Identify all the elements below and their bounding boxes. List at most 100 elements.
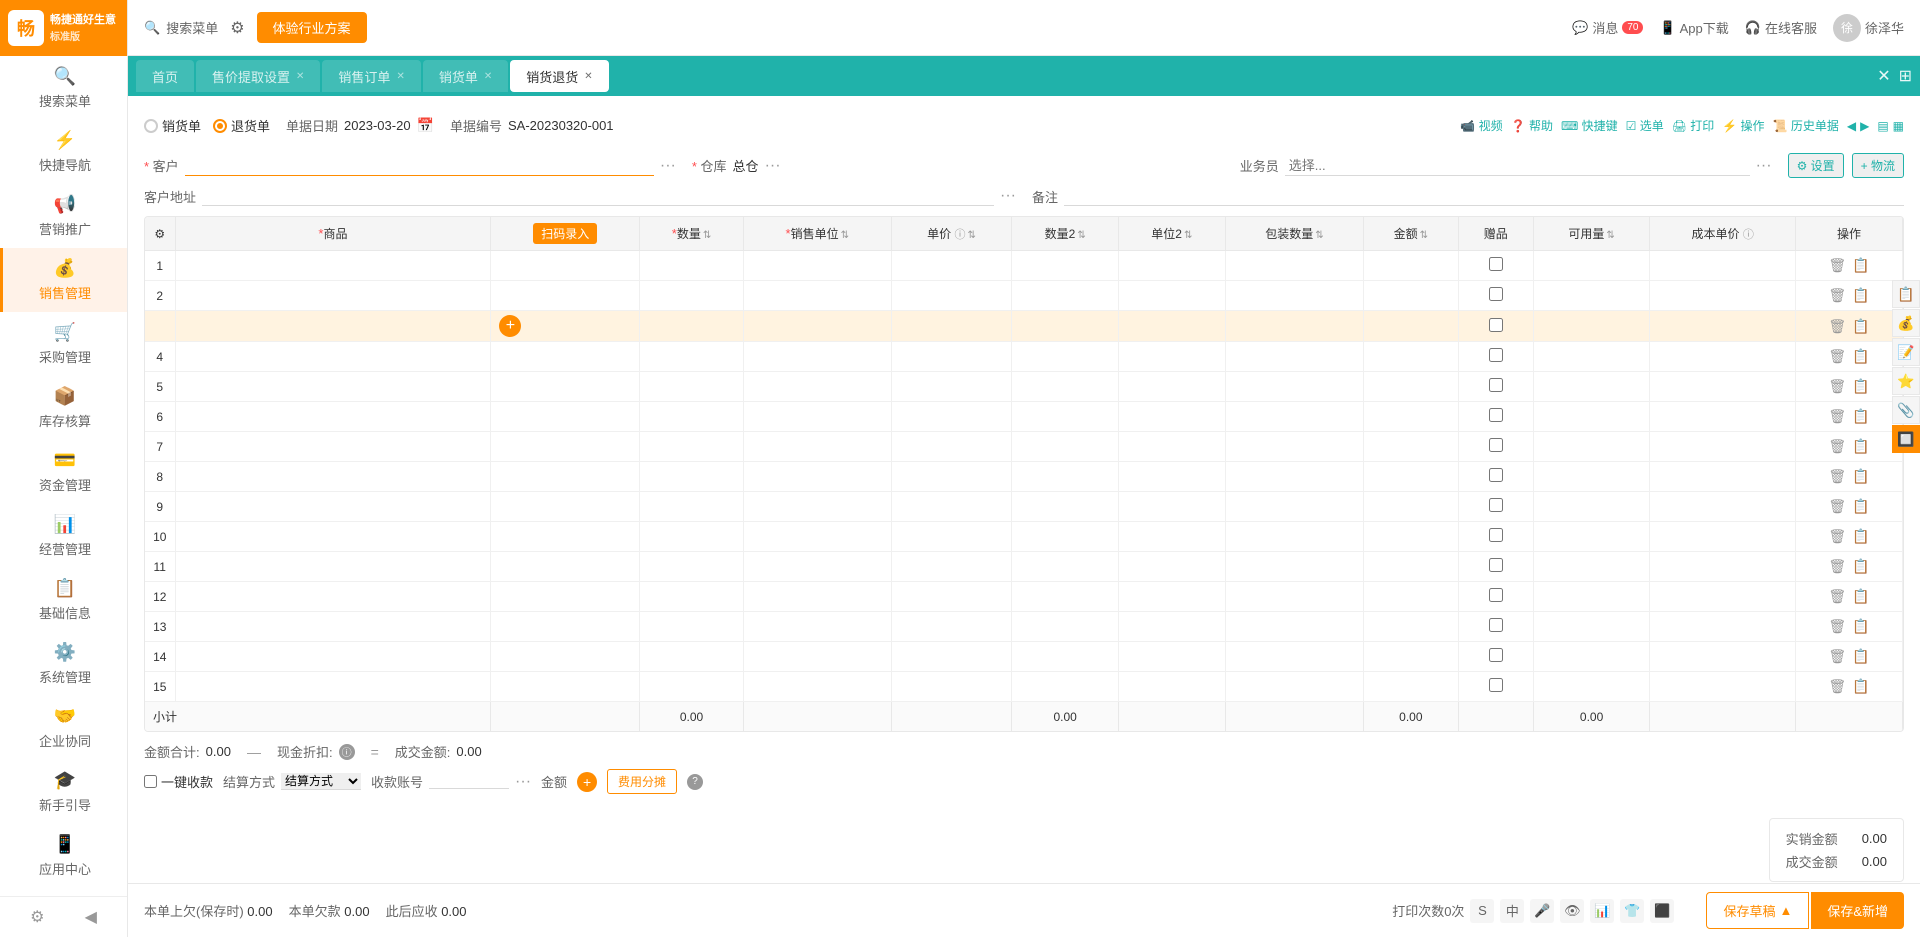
save-draft-btn[interactable]: 保存草稿 ▲ — [1706, 892, 1809, 929]
maximize-btn[interactable]: ⊞ — [1899, 66, 1912, 86]
delete-icon-13[interactable]: 🗑 — [1828, 618, 1846, 635]
tab-price-extract-close[interactable]: ✕ — [296, 71, 304, 82]
copy-icon-2[interactable]: 📋 — [1852, 287, 1869, 304]
radio-sales[interactable]: 销货单 — [144, 116, 201, 135]
copy-icon-1[interactable]: 📋 — [1852, 257, 1869, 274]
gift-check-8[interactable] — [1489, 468, 1503, 482]
address-input[interactable] — [202, 186, 994, 206]
copy-icon-3[interactable]: 📋 — [1852, 318, 1869, 335]
copy-icon-6[interactable]: 📋 — [1852, 408, 1869, 425]
toolbar-icon-table[interactable]: 📊 — [1590, 899, 1614, 923]
sidebar-item-12[interactable]: 📱应用中心 — [0, 824, 127, 888]
copy-icon-8[interactable]: 📋 — [1852, 468, 1869, 485]
tab-price-extract[interactable]: 售价提取设置 ✕ — [196, 60, 320, 92]
close-tab-btn[interactable]: ✕ — [1877, 66, 1890, 86]
shortcuts-btn[interactable]: ⌨ 快捷键 — [1561, 117, 1618, 134]
toolbar-icon-eye[interactable]: 👁 — [1560, 899, 1584, 923]
tab-sales-return-close[interactable]: ✕ — [584, 71, 592, 82]
tab-sales-close[interactable]: ✕ — [484, 71, 492, 82]
gift-check-6[interactable] — [1489, 408, 1503, 422]
delete-icon-4[interactable]: 🗑 — [1828, 348, 1846, 365]
product-input-cell-3[interactable] — [175, 311, 491, 342]
sidebar-item-11[interactable]: 🎓新手引导 — [0, 760, 127, 824]
user-profile[interactable]: 徐 徐泽华 — [1833, 14, 1904, 42]
col-settings[interactable]: ⚙ — [145, 217, 175, 251]
save-new-btn[interactable]: 保存&新增 — [1811, 892, 1904, 929]
gift-check-7[interactable] — [1489, 438, 1503, 452]
sidebar-item-5[interactable]: 📦库存核算 — [0, 376, 127, 440]
fee-help-icon[interactable]: ? — [687, 774, 703, 790]
address-more-btn[interactable]: ··· — [1000, 187, 1016, 205]
sidebar-item-2[interactable]: 📢营销推广 — [0, 184, 127, 248]
sidebar-item-1[interactable]: ⚡快捷导航 — [0, 120, 127, 184]
product-input-3[interactable] — [184, 319, 483, 333]
one-click-pay-checkbox[interactable]: 一键收款 — [144, 772, 213, 791]
delete-icon-6[interactable]: 🗑 — [1828, 408, 1846, 425]
tab-sales[interactable]: 销货单 ✕ — [423, 60, 508, 92]
staff-more-btn[interactable]: ··· — [1756, 157, 1772, 175]
discount-help-icon[interactable]: ⓘ — [339, 744, 355, 760]
delete-icon-1[interactable]: 🗑 — [1828, 257, 1846, 274]
prev-record-icon[interactable]: ◀ — [1847, 119, 1856, 133]
side-action-orange[interactable]: 🔲 — [1892, 425, 1920, 453]
gift-check-5[interactable] — [1489, 378, 1503, 392]
search-menu[interactable]: 🔍 搜索菜单 — [144, 18, 218, 37]
fee-split-btn[interactable]: 费用分摊 — [607, 769, 677, 794]
customer-more-btn[interactable]: ··· — [660, 157, 676, 175]
side-action-note[interactable]: 📝 — [1892, 338, 1920, 366]
tab-sales-return[interactable]: 销货退货 ✕ — [510, 60, 608, 92]
app-download-btn[interactable]: 📱 App下载 — [1659, 18, 1728, 37]
settings-icon[interactable]: ⚙ — [30, 907, 44, 927]
tab-home[interactable]: 首页 — [136, 60, 194, 92]
add-logistics-btn[interactable]: + 物流 — [1852, 153, 1904, 178]
sidebar-item-0[interactable]: 🔍搜索菜单 — [0, 56, 127, 120]
account-dots[interactable]: ··· — [515, 773, 531, 791]
scan-btn[interactable]: 扫码录入 — [533, 223, 597, 244]
account-input[interactable] — [429, 774, 509, 789]
toolbar-icon-s[interactable]: S — [1470, 899, 1494, 923]
gift-check-14[interactable] — [1489, 648, 1503, 662]
online-service-btn[interactable]: 🎧 在线客服 — [1745, 18, 1817, 37]
sidebar-item-10[interactable]: 🤝企业协同 — [0, 696, 127, 760]
copy-icon-9[interactable]: 📋 — [1852, 498, 1869, 515]
sidebar-item-7[interactable]: 📊经营管理 — [0, 504, 127, 568]
side-action-records[interactable]: 📋 — [1892, 280, 1920, 308]
copy-icon-10[interactable]: 📋 — [1852, 528, 1869, 545]
side-action-attach[interactable]: 📎 — [1892, 396, 1920, 424]
topbar-settings[interactable]: ⚙ — [230, 18, 244, 38]
video-btn[interactable]: 📹 视频 — [1460, 117, 1502, 134]
delete-icon-9[interactable]: 🗑 — [1828, 498, 1846, 515]
gift-check-10[interactable] — [1489, 528, 1503, 542]
trial-btn[interactable]: 体验行业方案 — [257, 12, 367, 43]
delete-icon-15[interactable]: 🗑 — [1828, 678, 1846, 695]
toolbar-icon-mic[interactable]: 🎤 — [1530, 899, 1554, 923]
delete-icon-8[interactable]: 🗑 — [1828, 468, 1846, 485]
collapse-icon[interactable]: ◀ — [85, 907, 97, 927]
delete-icon-10[interactable]: 🗑 — [1828, 528, 1846, 545]
delete-icon-7[interactable]: 🗑 — [1828, 438, 1846, 455]
copy-icon-4[interactable]: 📋 — [1852, 348, 1869, 365]
delete-icon-3[interactable]: 🗑 — [1828, 318, 1846, 335]
delete-icon-5[interactable]: 🗑 — [1828, 378, 1846, 395]
delete-icon-12[interactable]: 🗑 — [1828, 588, 1846, 605]
next-record-icon[interactable]: ▶ — [1860, 119, 1869, 133]
form-settings-btn[interactable]: ⚙ 设置 — [1788, 153, 1844, 178]
list-view-icon[interactable]: ▤ — [1877, 119, 1888, 133]
copy-icon-11[interactable]: 📋 — [1852, 558, 1869, 575]
sidebar-item-13[interactable]: 💬企业微信 — [0, 888, 127, 896]
copy-icon-14[interactable]: 📋 — [1852, 648, 1869, 665]
print-btn[interactable]: 🖨 打印 — [1672, 117, 1715, 134]
gift-check-9[interactable] — [1489, 498, 1503, 512]
operation-btn[interactable]: ⚡ 操作 — [1722, 117, 1764, 134]
warehouse-more-btn[interactable]: ··· — [765, 157, 781, 175]
gift-check-11[interactable] — [1489, 558, 1503, 572]
sidebar-item-6[interactable]: 💳资金管理 — [0, 440, 127, 504]
side-action-star[interactable]: ⭐ — [1892, 367, 1920, 395]
sidebar-item-3[interactable]: 💰销售管理 — [0, 248, 127, 312]
remark-input[interactable] — [1064, 186, 1904, 206]
add-payment-btn[interactable]: + — [577, 772, 597, 792]
toolbar-icon-input[interactable]: 中 — [1500, 899, 1524, 923]
delete-icon-2[interactable]: 🗑 — [1828, 287, 1846, 304]
gift-check-15[interactable] — [1489, 678, 1503, 692]
settlement-select[interactable]: 结算方式 — [281, 773, 361, 790]
